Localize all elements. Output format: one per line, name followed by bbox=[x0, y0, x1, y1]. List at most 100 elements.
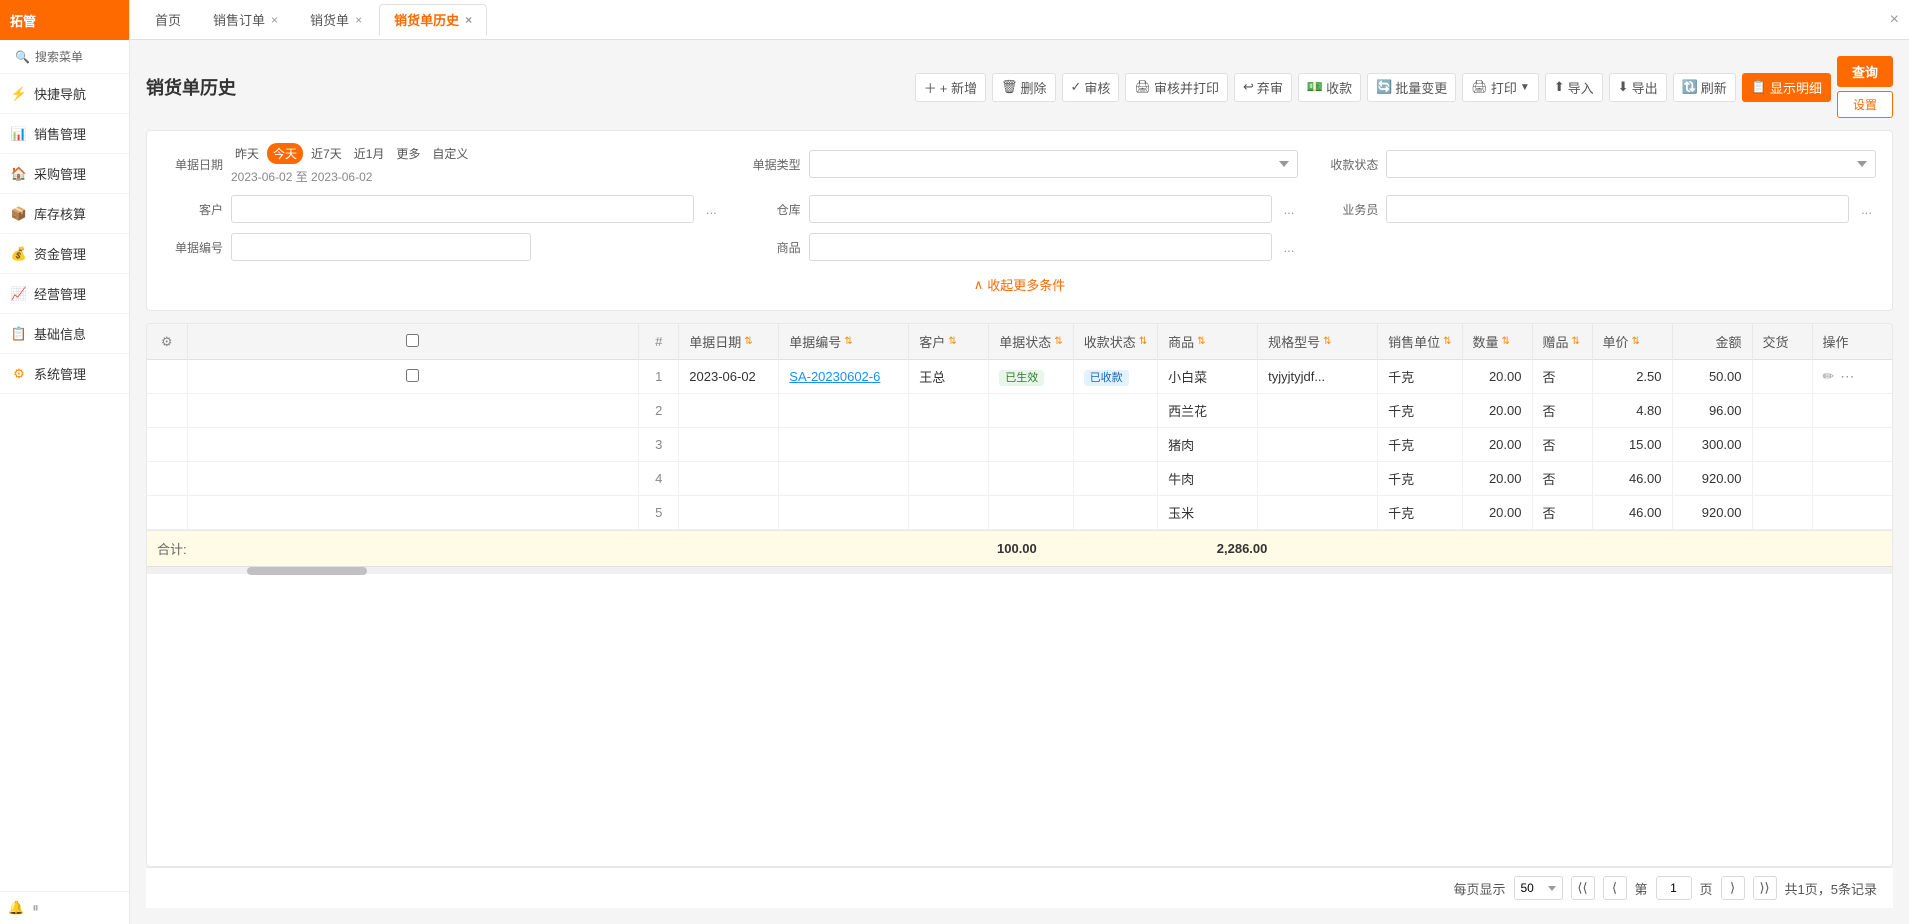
th-gift[interactable]: 赠品⇅ bbox=[1532, 324, 1592, 360]
prev-page-btn[interactable]: ⟨ bbox=[1603, 876, 1627, 900]
th-trade: 交货 bbox=[1752, 324, 1812, 360]
tab-sales-goods[interactable]: 销货单 × bbox=[295, 4, 377, 36]
per-page-select[interactable]: 50 10 20 100 bbox=[1514, 876, 1563, 900]
audit-button[interactable]: ✓ 审核 bbox=[1062, 73, 1120, 102]
warehouse-picker-btn[interactable]: ... bbox=[1280, 202, 1299, 217]
th-qty[interactable]: 数量⇅ bbox=[1462, 324, 1532, 360]
customer-picker-btn[interactable]: ... bbox=[702, 202, 721, 217]
shortcut-1month[interactable]: 近1月 bbox=[350, 143, 389, 164]
query-button[interactable]: 查询 bbox=[1837, 56, 1893, 87]
tab-home[interactable]: 首页 bbox=[140, 4, 196, 36]
warehouse-input[interactable] bbox=[809, 195, 1272, 223]
row-checkbox-0[interactable] bbox=[187, 360, 639, 394]
row-doc-status-0: 已生效 bbox=[989, 360, 1073, 394]
sidebar-bottom-icon1[interactable]: 🔔 bbox=[8, 900, 24, 916]
tab-close-sales-order[interactable]: × bbox=[271, 13, 278, 27]
tab-close-sales-history[interactable]: × bbox=[465, 13, 472, 27]
print-button[interactable]: 🖨 打印 ▼ bbox=[1462, 73, 1538, 102]
horizontal-scrollbar[interactable] bbox=[147, 566, 1892, 574]
next-page-btn[interactable]: ⟩ bbox=[1721, 876, 1745, 900]
sidebar-item-purchase-mgmt[interactable]: 🏠 采购管理 bbox=[0, 154, 129, 194]
sidebar-item-operations[interactable]: 📈 经营管理 bbox=[0, 274, 129, 314]
import-button[interactable]: ⬆ 导入 bbox=[1545, 73, 1603, 102]
first-page-btn[interactable]: ⟨⟨ bbox=[1571, 876, 1595, 900]
scrollbar-thumb[interactable] bbox=[247, 567, 367, 575]
th-goods[interactable]: 商品⇅ bbox=[1158, 324, 1258, 360]
row-trade-0 bbox=[1752, 360, 1812, 394]
th-unit[interactable]: 销售单位⇅ bbox=[1378, 324, 1462, 360]
th-doc-status[interactable]: 单据状态⇅ bbox=[989, 324, 1073, 360]
row-trade-2 bbox=[1752, 428, 1812, 462]
audit-print-button[interactable]: 🖨 审核并打印 bbox=[1125, 73, 1228, 102]
filter-group-warehouse: 仓库 ... bbox=[741, 195, 1299, 223]
sidebar-item-base-info[interactable]: 📋 基础信息 bbox=[0, 314, 129, 354]
row-price-0: 2.50 bbox=[1592, 360, 1672, 394]
shortcut-yesterday[interactable]: 昨天 bbox=[231, 143, 263, 164]
row-pay-status-0: 已收款 bbox=[1073, 360, 1157, 394]
shortcut-today[interactable]: 今天 bbox=[267, 143, 303, 164]
show-detail-button[interactable]: 📋 显示明细 bbox=[1742, 73, 1831, 102]
th-trade-label: 交货 bbox=[1763, 335, 1789, 350]
page-input[interactable] bbox=[1656, 876, 1692, 900]
row-doc-status-2 bbox=[989, 428, 1073, 462]
collapse-btn[interactable]: ∧ 收起更多条件 bbox=[163, 271, 1876, 298]
th-gear[interactable]: ⚙ bbox=[147, 324, 187, 360]
sidebar-item-quick-nav[interactable]: ⚡ 快捷导航 bbox=[0, 74, 129, 114]
edit-icon[interactable]: ✏ bbox=[1823, 368, 1835, 385]
th-pay-status[interactable]: 收款状态⇅ bbox=[1073, 324, 1157, 360]
refresh-button[interactable]: 🔃 刷新 bbox=[1673, 73, 1736, 102]
last-page-btn[interactable]: ⟩⟩ bbox=[1753, 876, 1777, 900]
gear-icon[interactable]: ⚙ bbox=[161, 334, 173, 349]
th-date[interactable]: 单据日期⇅ bbox=[679, 324, 779, 360]
th-gift-label: 赠品 bbox=[1543, 332, 1569, 351]
tab-sales-history[interactable]: 销货单历史 × bbox=[379, 4, 487, 36]
shortcut-7days[interactable]: 近7天 bbox=[307, 143, 346, 164]
shortcut-more[interactable]: 更多 bbox=[392, 143, 424, 164]
window-close-icon[interactable]: × bbox=[1890, 11, 1899, 29]
sidebar-item-sys-mgmt[interactable]: ⚙ 系统管理 bbox=[0, 354, 129, 394]
settings-button[interactable]: 设置 bbox=[1837, 91, 1893, 118]
inventory-icon: 📦 bbox=[10, 205, 28, 223]
date-shortcuts: 昨天 今天 近7天 近1月 更多 自定义 bbox=[231, 143, 472, 164]
goods-picker-btn[interactable]: ... bbox=[1280, 240, 1299, 255]
sidebar-search[interactable]: 🔍 搜索菜单 bbox=[0, 40, 129, 74]
doc-type-select[interactable] bbox=[809, 150, 1299, 178]
th-spec[interactable]: 规格型号⇅ bbox=[1258, 324, 1378, 360]
row-code-link[interactable]: SA-20230602-6 bbox=[789, 369, 880, 384]
salesperson-input[interactable] bbox=[1386, 195, 1849, 223]
finance-icon: 💰 bbox=[10, 245, 28, 263]
refresh-icon: 🔃 bbox=[1682, 79, 1698, 95]
th-code[interactable]: 单据编号⇅ bbox=[779, 324, 909, 360]
th-customer[interactable]: 客户⇅ bbox=[909, 324, 989, 360]
sidebar-item-inventory[interactable]: 📦 库存核算 bbox=[0, 194, 129, 234]
collect-button[interactable]: 💵 收款 bbox=[1298, 73, 1361, 102]
goods-input[interactable] bbox=[809, 233, 1272, 261]
select-all-checkbox[interactable] bbox=[406, 334, 419, 347]
sort-date-icon: ⇅ bbox=[744, 336, 752, 347]
th-doc-status-label: 单据状态 bbox=[999, 332, 1051, 351]
sidebar-item-finance[interactable]: 💰 资金管理 bbox=[0, 234, 129, 274]
sidebar-item-sales-mgmt[interactable]: 📊 销售管理 bbox=[0, 114, 129, 154]
batch-change-button[interactable]: 🔄 批量变更 bbox=[1367, 73, 1456, 102]
row-check[interactable] bbox=[406, 369, 419, 382]
row-code-0[interactable]: SA-20230602-6 bbox=[779, 360, 909, 394]
sidebar-bottom-icon2[interactable]: ⏸ bbox=[32, 900, 39, 916]
th-checkbox bbox=[187, 324, 639, 360]
export-button[interactable]: ⬇ 导出 bbox=[1609, 73, 1667, 102]
delete-button[interactable]: 🗑 删除 bbox=[992, 73, 1056, 102]
abandon-button[interactable]: ↩ 弃审 bbox=[1234, 73, 1292, 102]
th-price[interactable]: 单价⇅ bbox=[1592, 324, 1672, 360]
salesperson-picker-btn[interactable]: ... bbox=[1857, 202, 1876, 217]
shortcut-custom[interactable]: 自定义 bbox=[428, 143, 472, 164]
main-content: 首页 销售订单 × 销货单 × 销货单历史 × × 销货单历史 ＋ + 新增 bbox=[130, 0, 1909, 924]
row-goods-3: 牛肉 bbox=[1158, 462, 1258, 496]
doc-no-input[interactable] bbox=[231, 233, 531, 261]
filter-row-2: 客户 ... 仓库 ... 业务员 ... bbox=[163, 195, 1876, 223]
pay-status-select[interactable] bbox=[1386, 150, 1876, 178]
tab-close-sales-goods[interactable]: × bbox=[355, 13, 362, 27]
tab-sales-order[interactable]: 销售订单 × bbox=[198, 4, 293, 36]
customer-input[interactable] bbox=[231, 195, 694, 223]
row-date-4 bbox=[679, 496, 779, 530]
new-button[interactable]: ＋ + 新增 bbox=[915, 73, 986, 102]
more-icon[interactable]: ⋯ bbox=[1840, 368, 1854, 385]
